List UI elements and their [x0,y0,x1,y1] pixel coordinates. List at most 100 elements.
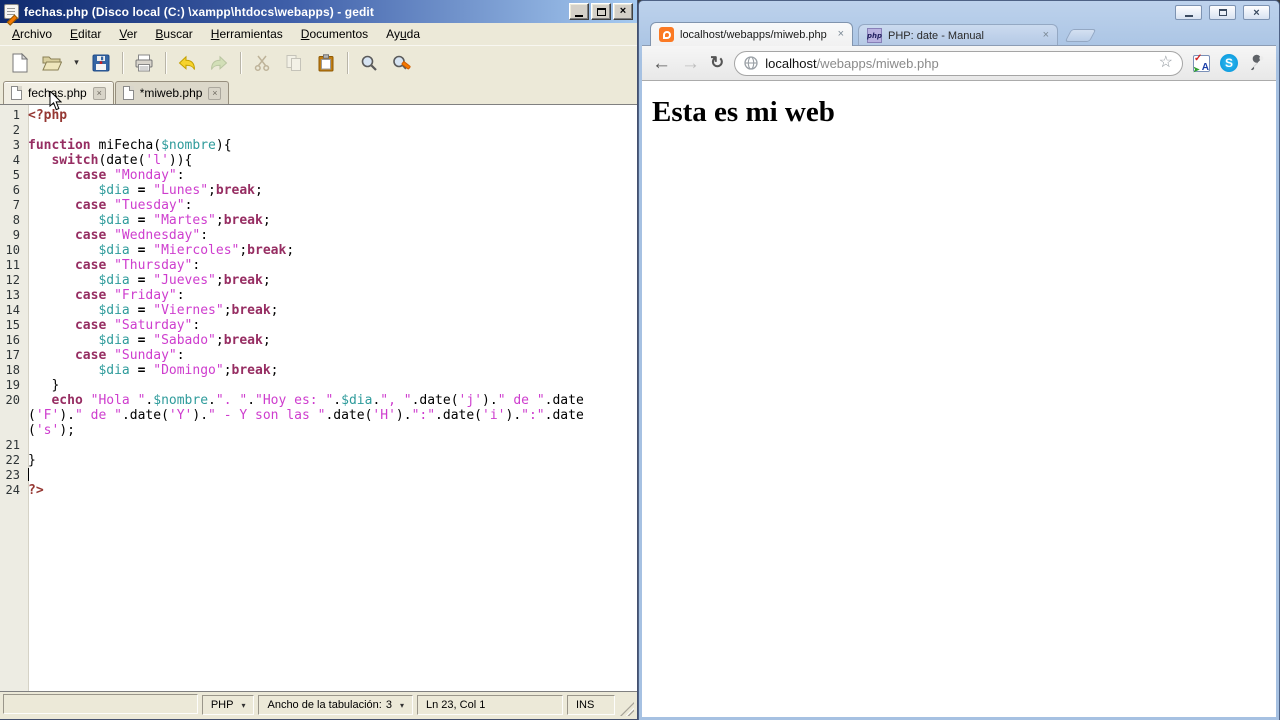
code-row: 1 <?php [12,108,68,123]
paste-button[interactable] [311,49,341,77]
code-row: 8 $dia = "Martes";break; [12,213,271,228]
search-icon [361,55,377,71]
open-button[interactable] [37,49,67,77]
browser-tab-miweb[interactable]: localhost/webapps/miweb.php × [650,22,853,46]
gedit-tabbar: fechas.php × *miweb.php × [0,79,637,104]
tab-close-button[interactable]: × [1043,30,1049,41]
address-bar[interactable]: localhost/webapps/miweb.php ☆ [734,50,1183,76]
chrome-minimize-button[interactable] [1175,5,1202,20]
gedit-app-icon [4,4,19,19]
minimize-icon [575,15,583,17]
menu-editar[interactable]: Editar [61,24,110,44]
search-button[interactable] [354,49,384,77]
undo-button[interactable] [172,49,202,77]
code-row: 17 case "Sunday": [5,348,185,363]
code-row: 20 echo "Hola ".$nombre.". "."Hoy es: ".… [5,393,584,408]
mouse-cursor [49,91,62,111]
gedit-titlebar[interactable]: fechas.php (Disco local (C:) \xampp\htdo… [0,0,637,23]
chrome-close-button[interactable]: × [1243,5,1270,20]
url-host: localhost [765,55,817,71]
xampp-favicon [659,27,674,42]
toolbar-separator [165,51,166,74]
wrench-menu-button[interactable] [1248,54,1266,72]
cut-icon [254,55,270,71]
tab-width-selector[interactable]: Ancho de la tabulación: 3 ▾ [258,695,413,715]
browser-viewport[interactable]: Esta es mi web [642,81,1276,717]
page-heading: Esta es mi web [652,96,835,128]
save-button[interactable] [86,49,116,77]
menu-documentos[interactable]: Documentos [292,24,377,44]
editor-tab-label: *miweb.php [139,86,203,100]
copy-icon [286,54,301,71]
redo-button[interactable] [204,49,234,77]
tab-close-button[interactable]: × [838,29,844,40]
document-icon [122,86,134,100]
gedit-minimize-button[interactable] [569,3,589,20]
browser-tab-title: PHP: date - Manual [888,29,984,42]
language-label: PHP [210,699,234,711]
reload-button[interactable]: ↻ [710,53,724,73]
tab-close-button[interactable]: × [208,86,222,100]
chrome-window: × localhost/webapps/miweb.php × php PHP:… [638,0,1280,720]
chrome-titlebar[interactable]: × [642,4,1276,21]
chrome-toolbar: ← → ↻ localhost/webapps/miweb.php ☆ ✓ A ➤ … [642,45,1276,81]
code-row: 23 [0,468,637,483]
open-dropdown-button[interactable]: ▾ [69,49,84,77]
code-row: 5 case "Monday": [12,168,185,183]
chrome-maximize-button[interactable] [1209,5,1236,20]
toolbar-separator [122,51,123,74]
gedit-window-title: fechas.php (Disco local (C:) \xampp\htdo… [24,4,374,19]
print-button[interactable] [129,49,159,77]
new-tab-button[interactable] [1064,29,1097,42]
undo-icon [178,55,195,70]
gedit-maximize-button[interactable] [591,3,611,20]
editor-tab-miweb[interactable]: *miweb.php × [114,81,230,104]
code-row: 19 } [5,378,60,393]
browser-tab-title: localhost/webapps/miweb.php [680,28,827,41]
skype-extension-icon[interactable]: S [1220,54,1238,72]
code-lines: 1 <?php 2 3 function miFecha($nombre){4 swit… [0,108,637,498]
toolbar-separator [347,51,348,74]
maximize-icon [1218,9,1227,16]
back-button[interactable]: ← [652,54,671,73]
menu-ver[interactable]: Ver [110,24,146,44]
gedit-close-button[interactable]: × [613,3,633,20]
save-icon [92,54,110,71]
gedit-toolbar: ▾ [0,46,637,79]
browser-tab-php-manual[interactable]: php PHP: date - Manual × [858,24,1058,46]
editor-text-area[interactable]: 1 <?php 2 3 function miFecha($nombre){4 swit… [0,104,637,692]
code-row: 16 $dia = "Sabado";break; [5,333,271,348]
url-text: localhost/webapps/miweb.php [765,56,938,71]
chevron-down-icon: ▾ [399,700,404,710]
translate-extension-icon[interactable]: ✓ A ➤ [1193,53,1210,74]
new-document-button[interactable] [5,49,35,77]
maximize-icon [596,7,606,16]
copy-button[interactable] [279,49,309,77]
chevron-down-icon: ▾ [74,57,79,67]
code-row: 9 case "Wednesday": [12,228,209,243]
bookmark-star-icon[interactable]: ☆ [1159,55,1173,71]
code-row: 15 case "Saturday": [5,318,201,333]
gedit-statusbar: PHP ▾ Ancho de la tabulación: 3 ▾ Ln 23,… [0,692,637,719]
tab-close-button[interactable]: × [92,86,106,100]
code-row: ('F')." de ".date('Y')." - Y son las ".d… [28,408,584,423]
code-row: 21 [5,438,20,452]
cut-button[interactable] [247,49,277,77]
forward-button[interactable]: → [681,54,700,73]
menu-bar: Archivo Editar Ver Buscar Herramientas Docume… [0,23,637,46]
code-row: 11 case "Thursday": [5,258,201,273]
menu-archivo[interactable]: Archivo [3,24,61,44]
menu-herramientas[interactable]: Herramientas [202,24,292,44]
search-replace-button[interactable] [386,49,416,77]
resize-grip[interactable] [620,702,634,716]
code-row: 6 $dia = "Lunes";break; [12,183,263,198]
language-selector[interactable]: PHP ▾ [201,695,255,715]
insert-mode-indicator: INS [567,695,615,715]
menu-buscar[interactable]: Buscar [146,24,201,44]
code-row: 7 case "Tuesday": [12,198,193,213]
redo-icon [211,55,228,70]
code-row: 18 $dia = "Domingo";break; [5,363,279,378]
code-row: 12 $dia = "Jueves";break; [5,273,271,288]
menu-ayuda[interactable]: Ayuda [377,24,429,44]
code-row: 13 case "Friday": [5,288,185,303]
